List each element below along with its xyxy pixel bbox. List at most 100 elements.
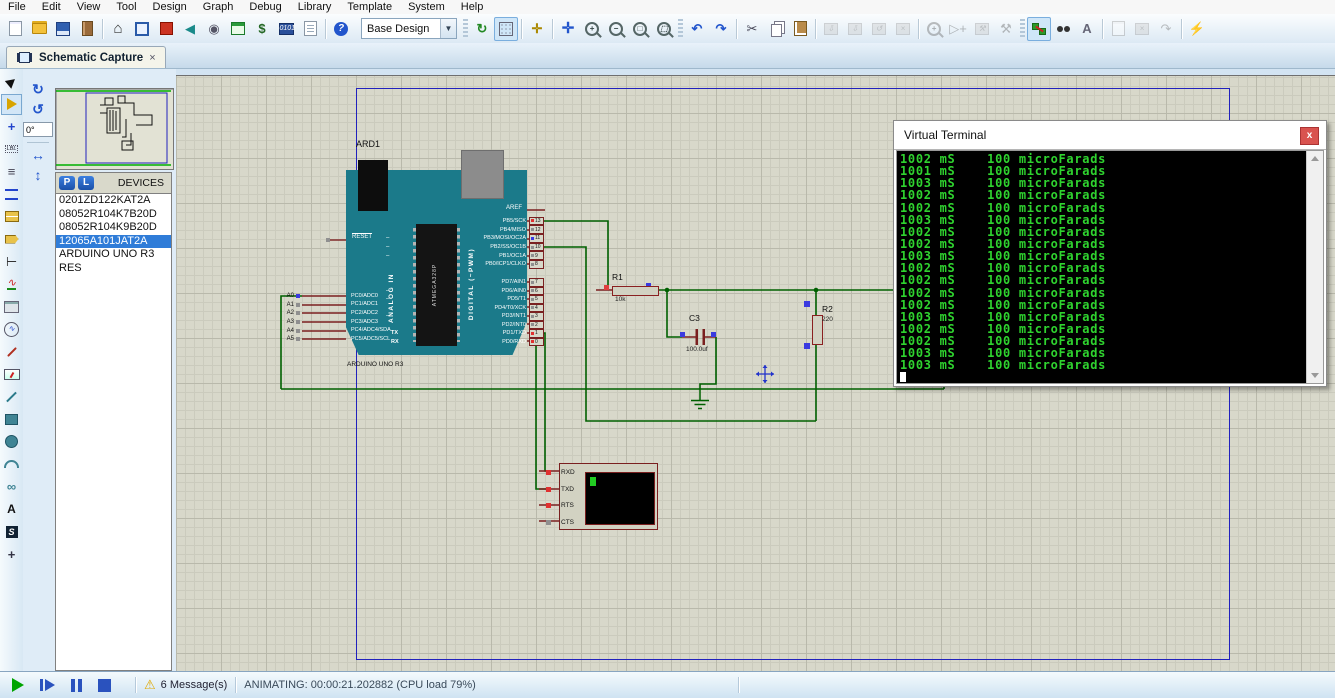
block-rotate-icon[interactable]: ↺ [867, 17, 891, 41]
pin-number-box[interactable]: 8 [529, 260, 544, 269]
2d-closed-path-icon[interactable]: ∞ [1, 476, 22, 497]
cut-icon[interactable]: ✂ [740, 17, 764, 41]
zoom-in-icon[interactable]: + [580, 17, 604, 41]
library-button[interactable]: L [78, 176, 94, 190]
block-delete-icon[interactable]: × [891, 17, 915, 41]
2d-markers-icon[interactable]: + [1, 544, 22, 565]
tab-schematic-capture[interactable]: Schematic Capture × [6, 46, 166, 68]
play-button[interactable] [12, 678, 24, 692]
menu-item[interactable]: Debug [241, 1, 289, 13]
gerber-viewer-icon[interactable]: ◉ [202, 17, 226, 41]
erc-report-icon[interactable]: ⚡ [1185, 17, 1209, 41]
terminal-scrollbar[interactable] [1306, 151, 1323, 383]
menu-item[interactable]: Help [453, 1, 492, 13]
stop-button[interactable] [98, 678, 111, 692]
virtual-instruments-mode-icon[interactable] [1, 364, 22, 385]
resistor-r1[interactable] [612, 286, 659, 296]
component-mode-icon[interactable] [1, 93, 22, 115]
remove-sheet-icon[interactable]: × [1130, 17, 1154, 41]
redo-icon[interactable]: ↷ [709, 17, 733, 41]
schematic-capture-view-icon[interactable] [130, 17, 154, 41]
device-list-item[interactable]: RES [56, 262, 171, 276]
pin-number-box[interactable]: 10 [529, 242, 544, 252]
block-copy-icon[interactable]: ⇩ [819, 17, 843, 41]
analog-pin-label[interactable]: A2 [287, 310, 294, 316]
rotation-angle-field[interactable] [23, 122, 53, 137]
analog-pin-label[interactable]: A1 [287, 302, 294, 308]
2d-symbol-icon[interactable]: S [1, 521, 22, 542]
2d-box-icon[interactable] [1, 409, 22, 430]
device-list-item[interactable]: 12065A101JAT2A [56, 234, 171, 248]
import-design-icon[interactable] [75, 17, 99, 41]
virtual-terminal-component[interactable]: RXD TXD RTS CTS [546, 463, 658, 530]
packaging-tool-icon[interactable]: ⚒ [970, 17, 994, 41]
close-button[interactable]: x [1300, 127, 1319, 145]
pan-icon[interactable]: ✛ [556, 17, 580, 41]
menu-item[interactable]: View [69, 1, 109, 13]
home-page-icon[interactable]: ⌂ [106, 17, 130, 41]
wire-autorouter-icon[interactable] [1027, 16, 1051, 41]
analog-pin-label[interactable]: A4 [287, 328, 294, 334]
pin-number-box[interactable]: 3 [529, 312, 544, 321]
device-list[interactable]: 0201ZD122KAT2A 08052R104K7B20D 08052R104K9… [55, 193, 172, 671]
selection-mode-icon[interactable] [1, 71, 22, 92]
pin-number-box[interactable]: 2 [529, 320, 544, 329]
make-device-icon[interactable]: ▷+ [946, 17, 970, 41]
pin-number-box[interactable]: 13 [529, 216, 544, 226]
new-sheet-icon[interactable] [1106, 17, 1130, 41]
menu-item[interactable]: Template [339, 1, 400, 13]
subcircuit-mode-icon[interactable] [1, 206, 22, 227]
pin-number-box[interactable]: 1 [529, 329, 544, 338]
pin-number-box[interactable]: 5 [529, 295, 544, 304]
pick-device-icon[interactable]: + [922, 17, 946, 41]
graph-mode-icon[interactable]: ∿ [1, 274, 22, 295]
pin-number-box[interactable]: 11 [529, 234, 544, 243]
menu-item[interactable]: File [0, 1, 34, 13]
overview-minimap[interactable] [55, 88, 174, 170]
menu-item[interactable]: Library [290, 1, 340, 13]
device-pins-mode-icon[interactable]: ⊢ [1, 251, 22, 272]
terminals-mode-icon[interactable] [1, 229, 22, 250]
device-list-item[interactable]: ARDUINO UNO R3 [56, 248, 171, 262]
mirror-horizontal-icon[interactable]: ↔ [31, 148, 45, 163]
rotate-anticlockwise-icon[interactable]: ↺ [32, 102, 44, 117]
pick-parts-button[interactable]: P [59, 176, 75, 190]
save-design-icon[interactable] [51, 17, 75, 41]
paste-icon[interactable] [788, 17, 812, 41]
pin-number-box[interactable]: 6 [529, 286, 544, 295]
new-design-icon[interactable] [3, 17, 27, 41]
pin-number-box[interactable]: 7 [529, 278, 544, 287]
block-move-icon[interactable]: ⇩ [843, 17, 867, 41]
3d-visualizer-icon[interactable]: ◀ [178, 17, 202, 41]
junction-dot-mode-icon[interactable]: + [1, 116, 22, 137]
virtual-terminal-titlebar[interactable]: Virtual Terminal [894, 121, 1326, 150]
decompose-icon[interactable]: ⚒ [994, 17, 1018, 41]
message-count[interactable]: 6 Message(s) [161, 679, 228, 691]
tab-close-icon[interactable]: × [149, 52, 155, 64]
goto-sheet-icon[interactable]: ↷ [1154, 17, 1178, 41]
copy-icon[interactable] [764, 17, 788, 41]
menu-item[interactable]: Tool [108, 1, 144, 13]
undo-icon[interactable]: ↶ [685, 17, 709, 41]
zoom-out-icon[interactable]: − [604, 17, 628, 41]
design-selector[interactable]: Base Design ▼ [361, 18, 457, 39]
mirror-vertical-icon[interactable]: ↕ [35, 168, 42, 183]
scroll-down-icon[interactable] [1311, 373, 1319, 378]
rotate-clockwise-icon[interactable]: ↻ [32, 82, 44, 97]
scroll-up-icon[interactable] [1311, 156, 1319, 161]
step-button[interactable] [40, 679, 55, 691]
arduino-component[interactable]: ARD1 ATMEGA328P ANALOG IN DIGITAL (~PWM)… [287, 139, 544, 368]
generator-mode-icon[interactable]: ∿ [1, 319, 22, 340]
pin-number-box[interactable]: 4 [529, 303, 544, 312]
analog-pin-label[interactable]: A3 [287, 319, 294, 325]
wire-label-mode-icon[interactable]: LBL [1, 139, 22, 160]
pin-number-box[interactable]: 9 [529, 251, 544, 260]
device-list-item[interactable]: 08052R104K9B20D [56, 221, 171, 235]
menu-item[interactable]: System [400, 1, 453, 13]
pcb-layout-view-icon[interactable] [154, 17, 178, 41]
zoom-area-icon[interactable]: ⬚ [652, 17, 676, 41]
2d-text-icon[interactable]: A [1, 499, 22, 520]
2d-circle-icon[interactable] [1, 431, 22, 452]
origin-icon[interactable]: ✛ [525, 17, 549, 41]
electrical-rule-check-icon[interactable]: 0101 [274, 17, 298, 41]
